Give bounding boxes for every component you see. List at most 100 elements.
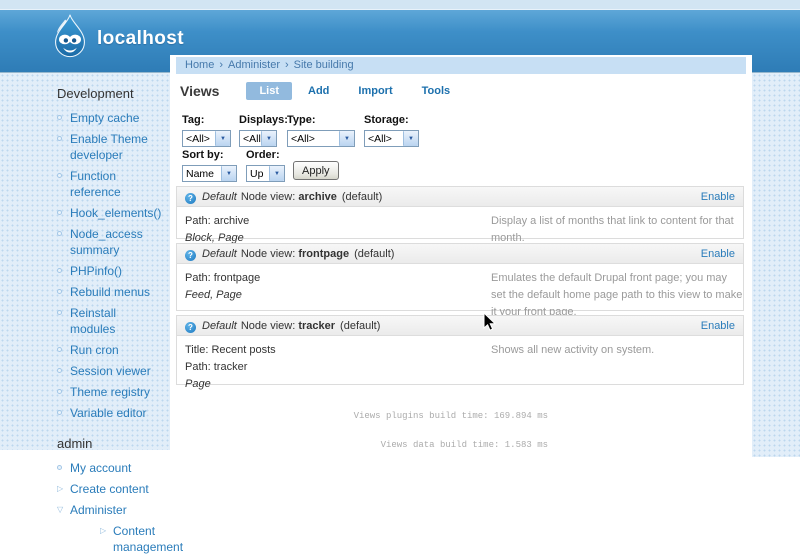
dropdown-arrow-icon: ▼ [221,166,236,181]
view-kind: Node view: [240,191,296,203]
type-label: Type: [287,114,316,126]
sidebar-item-my-account: My account [57,460,161,476]
tag-label: Tag: [182,114,205,126]
help-icon[interactable]: ? [185,322,196,333]
help-icon[interactable]: ? [185,250,196,261]
view-row-header: ? Default Node view: archive (default) Enab… [177,187,743,207]
breadcrumb-link-home[interactable]: Home [185,59,214,71]
sidebar-item-create-content: ▷ Create content [57,481,161,497]
bullet-circle-icon [57,347,62,352]
sidebar-heading-admin: admin [57,436,93,451]
build-time-stats: Views plugins build time: 169.894 ms Vie… [180,411,548,469]
breadcrumb-link-site-building[interactable]: Site building [294,59,354,71]
sidebar-link[interactable]: PHPinfo() [70,264,122,278]
sidebar-link[interactable]: Empty cache [70,111,139,125]
view-row-tracker: ? Default Node view: tracker (default) Enab… [176,315,744,390]
bullet-circle-icon [57,210,62,215]
druplicon-logo[interactable] [48,13,92,59]
tab-tools[interactable]: Tools [422,85,451,97]
sidebar-link[interactable]: Function reference [70,169,121,199]
sidebar-link[interactable]: Create content [70,482,149,496]
displays-select[interactable]: <All> ▼ [239,130,277,147]
page-background [752,73,800,457]
enable-link[interactable]: Enable [701,244,735,264]
dropdown-arrow-icon: ▼ [261,131,276,146]
sort-by-label: Sort by: [182,149,224,161]
bullet-circle-icon [57,136,62,141]
sidebar-item-phpinfo: PHPinfo() [57,263,161,279]
apply-button[interactable]: Apply [293,161,339,180]
bullet-circle-icon [57,465,62,470]
site-name-link[interactable]: localhost [97,28,184,50]
sidebar-link[interactable]: Enable Theme developer [70,132,148,162]
filters-form: Tag: <All> ▼ Displays: <All> ▼ Type: <Al… [180,114,745,184]
sidebar-link[interactable]: Rebuild menus [70,285,150,299]
triangle-collapsed-icon[interactable]: ▷ [100,524,106,538]
top-strip [0,0,800,10]
sidebar-link[interactable]: My account [70,461,131,475]
view-row-header: ? Default Node view: tracker (default) Enab… [177,316,743,336]
view-kind: Node view: [240,248,296,260]
sidebar-item-reinstall-modules: Reinstall modules [57,305,161,337]
type-select[interactable]: <All> ▼ [287,130,355,147]
view-row-archive: ? Default Node view: archive (default) Enab… [176,186,744,244]
view-description: Shows all new activity on system. [491,344,655,356]
view-row-body: Path: frontpage Feed, Page Emulates the … [177,264,743,318]
view-row-frontpage: ? Default Node view: frontpage (default) En… [176,243,744,318]
plugins-build-time: Views plugins build time: 169.894 ms [353,411,548,421]
sidebar-link[interactable]: Hook_elements() [70,206,161,220]
help-icon[interactable]: ? [185,193,196,204]
sidebar-link[interactable]: Administer [70,503,127,517]
sidebar-link[interactable]: Run cron [70,343,119,357]
bullet-circle-icon [57,368,62,373]
filter-group-tag: Tag: <All> ▼ [182,114,231,147]
tag-select-value: <All> [186,133,210,145]
storage-select-value: <All> [368,133,392,145]
displays-select-value: <All> [243,133,261,145]
sidebar-link[interactable]: Variable editor [70,406,147,420]
order-label: Order: [246,149,280,161]
sidebar-item-hook-elements: Hook_elements() [57,205,161,221]
storage-select[interactable]: <All> ▼ [364,130,419,147]
bullet-circle-icon [57,231,62,236]
mouse-cursor-icon [483,312,497,331]
sidebar-item-theme-registry: Theme registry [57,384,161,400]
view-path: Path: tracker [185,361,248,373]
tab-import[interactable]: Import [358,85,392,97]
triangle-expanded-icon[interactable]: ▽ [57,503,63,517]
sidebar-link[interactable]: Reinstall modules [70,306,116,336]
tab-add[interactable]: Add [308,85,329,97]
breadcrumb: Home › Administer › Site building [176,57,746,74]
triangle-collapsed-icon[interactable]: ▷ [57,482,63,496]
filter-group-type: Type: <All> ▼ [287,114,355,147]
view-row-body: Title: Recent posts Path: tracker Page S… [177,336,743,393]
bullet-circle-icon [57,389,62,394]
filter-group-displays: Displays: <All> ▼ [239,114,288,147]
bullet-circle-icon [57,310,62,315]
sidebar-item-rebuild-menus: Rebuild menus [57,284,161,300]
view-name: archive [298,191,337,203]
enable-link[interactable]: Enable [701,187,735,207]
order-select[interactable]: Up ▼ [246,165,285,182]
sidebar-item-enable-theme-developer: Enable Theme developer [57,131,161,163]
breadcrumb-link-administer[interactable]: Administer [228,59,280,71]
sort-by-select[interactable]: Name ▼ [182,165,237,182]
tag-select[interactable]: <All> ▼ [182,130,231,147]
sidebar-item-empty-cache: Empty cache [57,110,161,126]
sidebar-link[interactable]: Session viewer [70,364,151,378]
tab-list[interactable]: List [246,82,292,100]
view-description: Display a list of months that link to co… [491,215,734,244]
sidebar-item-administer: ▽ Administer ▷ Content management [57,502,183,555]
view-type: Default [202,248,237,260]
view-name: tracker [298,320,336,332]
breadcrumb-separator: › [219,59,224,71]
bullet-circle-icon [57,410,62,415]
view-type: Default [202,191,237,203]
administer-submenu: ▷ Content management [100,523,183,555]
enable-link[interactable]: Enable [701,316,735,336]
sidebar-link[interactable]: Theme registry [70,385,150,399]
sidebar-link[interactable]: Node_access summary [70,227,143,257]
sidebar: Development Empty cache Enable Theme dev… [0,73,183,554]
sidebar-link[interactable]: Content management [113,524,183,554]
sidebar-item-session-viewer: Session viewer [57,363,161,379]
